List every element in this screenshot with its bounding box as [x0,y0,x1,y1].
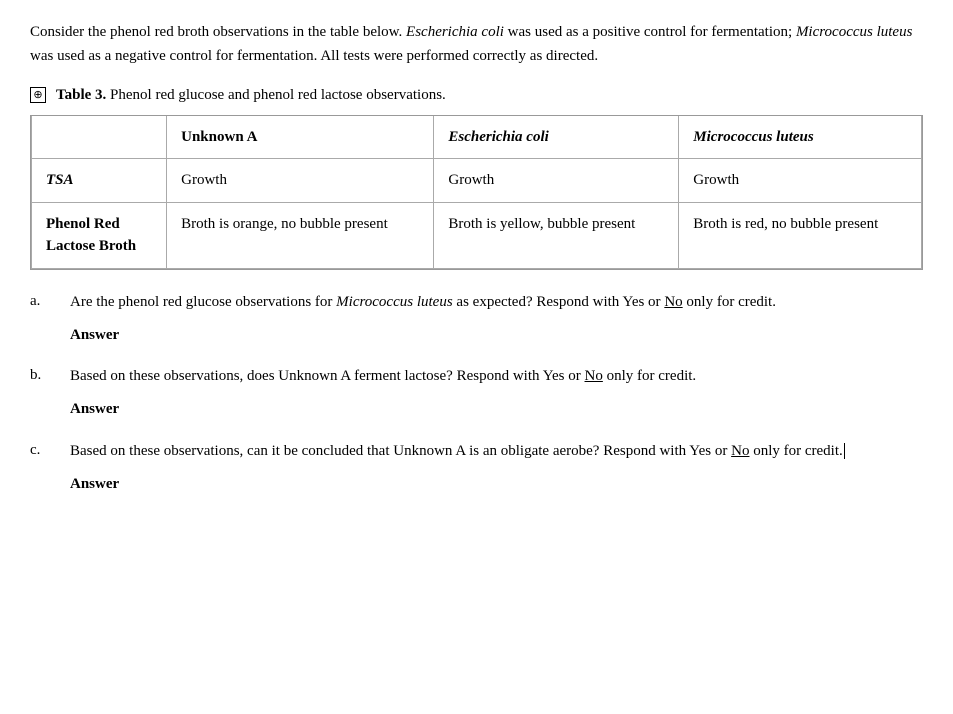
question-letter-a: a. [30,290,70,313]
question-c-content: Based on these observations, can it be c… [70,439,923,496]
observations-table: Unknown A Escherichia coli Micrococcus l… [30,115,923,270]
cell-tsa-unknowna: Growth [167,159,434,203]
question-c: c. Based on these observations, can it b… [30,439,923,496]
question-letter-c: c. [30,439,70,462]
table-row: TSA Growth Growth Growth [32,159,922,203]
answer-a-label: Answer [70,324,923,347]
answer-b-label: Answer [70,398,923,421]
cell-lactose-unknowna: Broth is orange, no bubble present [167,202,434,268]
table-header-row: Unknown A Escherichia coli Micrococcus l… [32,116,922,159]
cell-lactose-micrococcus: Broth is red, no bubble present [679,202,922,268]
col-header-micrococcus: Micrococcus luteus [679,116,922,159]
question-c-text: Based on these observations, can it be c… [70,439,923,463]
table-row: Phenol RedLactose Broth Broth is orange,… [32,202,922,268]
cell-tsa-micrococcus: Growth [679,159,922,203]
col-header-ecoli: Escherichia coli [434,116,679,159]
question-b: b. Based on these observations, does Unk… [30,364,923,421]
row-label-tsa: TSA [32,159,167,203]
question-a-text: Are the phenol red glucose observations … [70,290,923,314]
table-caption-text: Table 3. Phenol red glucose and phenol r… [56,84,446,107]
question-a-content: Are the phenol red glucose observations … [70,290,923,347]
question-b-text: Based on these observations, does Unknow… [70,364,923,388]
question-a: a. Are the phenol red glucose observatio… [30,290,923,347]
qa-section: a. Are the phenol red glucose observatio… [30,290,923,496]
col-header-empty [32,116,167,159]
question-letter-b: b. [30,364,70,387]
table-caption: ⊕ Table 3. Phenol red glucose and phenol… [30,84,923,107]
answer-c-label: Answer [70,473,923,496]
cell-tsa-ecoli: Growth [434,159,679,203]
table-resize-icon[interactable]: ⊕ [30,87,46,103]
question-b-content: Based on these observations, does Unknow… [70,364,923,421]
intro-paragraph: Consider the phenol red broth observatio… [30,20,923,68]
row-label-phenol-lactose: Phenol RedLactose Broth [32,202,167,268]
cell-lactose-ecoli: Broth is yellow, bubble present [434,202,679,268]
col-header-unknown-a: Unknown A [167,116,434,159]
